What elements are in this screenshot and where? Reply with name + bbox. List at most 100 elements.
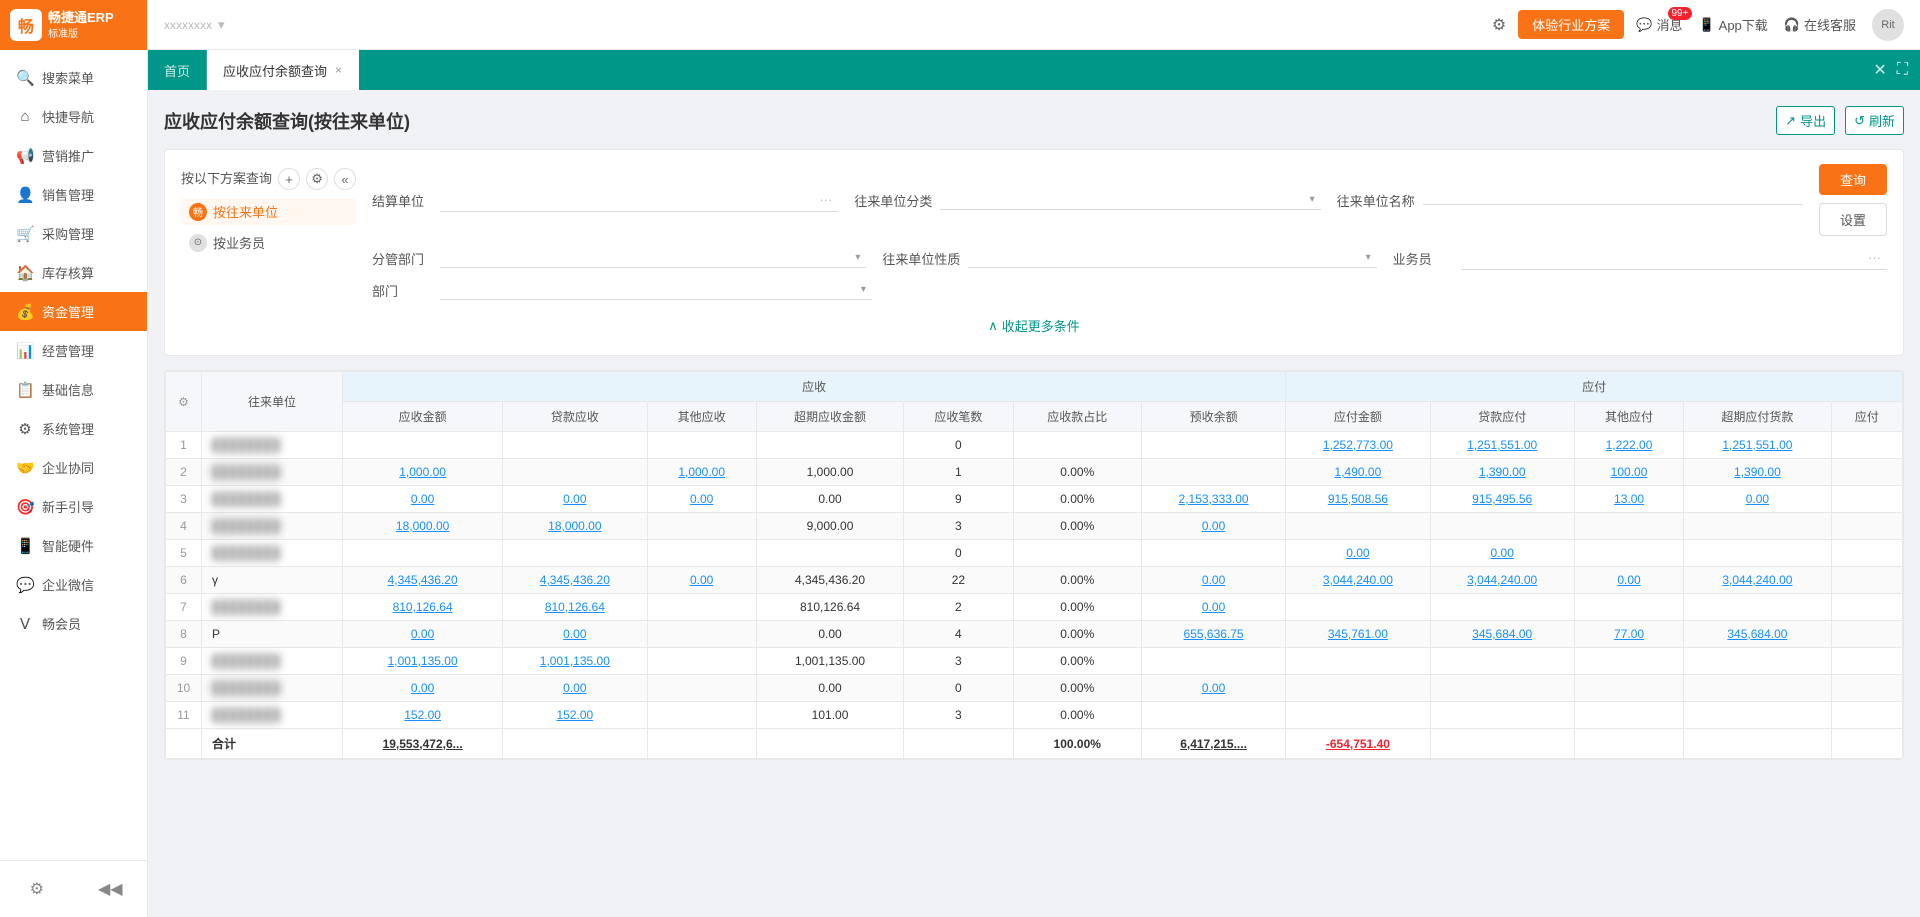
ap-loan[interactable]: 0.00 <box>1430 540 1574 567</box>
ar-amount[interactable]: 0.00 <box>343 621 503 648</box>
ar-prepay[interactable]: 0.00 <box>1141 594 1285 621</box>
settings-icon[interactable]: ⚙ <box>1492 15 1506 35</box>
ar-other[interactable]: 0.00 <box>647 486 756 513</box>
partner-name-input[interactable] <box>1423 196 1803 205</box>
sidebar-settings-btn[interactable]: ⚙ <box>0 871 74 907</box>
ar-loan[interactable]: 18,000.00 <box>503 513 647 540</box>
ap-amount[interactable]: 1,490.00 <box>1286 459 1430 486</box>
ap-overdue[interactable]: 1,251,551.00 <box>1684 432 1831 459</box>
message-button[interactable]: 💬 消息 99+ <box>1636 15 1682 34</box>
export-button[interactable]: ↗ 导出 <box>1776 106 1835 135</box>
sidebar-item-inventory[interactable]: 🏠 库存核算 <box>0 253 147 292</box>
sidebar-item-wechat[interactable]: 💬 企业微信 <box>0 565 147 604</box>
ar-loan[interactable]: 0.00 <box>503 486 647 513</box>
maximize-icon[interactable]: ⛶ <box>1897 61 1908 79</box>
query-button[interactable]: 查询 <box>1819 164 1887 195</box>
sidebar-item-hardware[interactable]: 📱 智能硬件 <box>0 526 147 565</box>
tab-home[interactable]: 首页 <box>148 50 207 90</box>
ar-amount[interactable]: 18,000.00 <box>343 513 503 540</box>
sidebar-item-finance[interactable]: 💰 资金管理 <box>0 292 147 331</box>
ap-overdue[interactable]: 3,044,240.00 <box>1684 567 1831 594</box>
ar-amount[interactable]: 4,345,436.20 <box>343 567 503 594</box>
ar-loan[interactable]: 0.00 <box>503 675 647 702</box>
promo-button[interactable]: 体验行业方案 <box>1518 10 1624 39</box>
ar-loan[interactable]: 0.00 <box>503 621 647 648</box>
ar-loan[interactable]: 1,001,135.00 <box>503 648 647 675</box>
unit-dept-input[interactable]: ▾ <box>440 280 872 300</box>
ap-loan[interactable]: 915,495.56 <box>1430 486 1574 513</box>
ap-loan[interactable]: 1,390.00 <box>1430 459 1574 486</box>
table-gear-btn[interactable]: ⚙ <box>176 395 191 409</box>
ap-amount[interactable]: 0.00 <box>1286 540 1430 567</box>
partner-nature-input[interactable]: ▾ <box>968 248 1376 268</box>
ap-overdue[interactable]: 0.00 <box>1684 486 1831 513</box>
sidebar-item-guide[interactable]: 🎯 新手引导 <box>0 487 147 526</box>
salesperson-input[interactable]: ··· <box>1461 246 1887 270</box>
ar-prepay[interactable]: 0.00 <box>1141 513 1285 540</box>
ap-amount[interactable]: 3,044,240.00 <box>1286 567 1430 594</box>
ar-loan[interactable]: 810,126.64 <box>503 594 647 621</box>
sidebar-collapse-btn[interactable]: ◀◀ <box>74 871 148 907</box>
filter-option-partner[interactable]: 畅 按往来单位 <box>181 198 356 225</box>
ar-amount[interactable]: 1,001,135.00 <box>343 648 503 675</box>
sidebar-item-system[interactable]: ⚙ 系统管理 <box>0 409 147 448</box>
ar-amount[interactable]: 0.00 <box>343 675 503 702</box>
ap-loan[interactable]: 3,044,240.00 <box>1430 567 1574 594</box>
sidebar-item-purchase[interactable]: 🛒 采购管理 <box>0 214 147 253</box>
service-button[interactable]: 🎧 在线客服 <box>1784 15 1856 34</box>
filter-field-partner-nature: 往来单位性质 ▾ <box>882 246 1376 270</box>
row-number: 7 <box>166 594 202 621</box>
ap-loan[interactable]: 345,684.00 <box>1430 621 1574 648</box>
sidebar-item-member[interactable]: Ⅴ 畅会员 <box>0 604 147 643</box>
set-button[interactable]: 设置 <box>1819 203 1887 236</box>
filter-collapse-scheme-btn[interactable]: « <box>334 168 356 190</box>
tab-ar-query[interactable]: 应收应付余额查询 × <box>207 50 359 90</box>
ar-amount[interactable]: 810,126.64 <box>343 594 503 621</box>
tab-close-icon[interactable]: × <box>335 63 342 77</box>
ar-other[interactable]: 1,000.00 <box>647 459 756 486</box>
footer-ar-other <box>647 729 756 759</box>
ap-loan[interactable]: 1,251,551.00 <box>1430 432 1574 459</box>
sidebar-item-marketing[interactable]: 📢 营销推广 <box>0 136 147 175</box>
ar-prepay[interactable]: 655,636.75 <box>1141 621 1285 648</box>
sidebar-item-sales[interactable]: 👤 销售管理 <box>0 175 147 214</box>
filter-collapse-btn[interactable]: ∧ 收起更多条件 <box>181 310 1887 341</box>
sidebar-item-collab[interactable]: 🤝 企业协同 <box>0 448 147 487</box>
ar-loan[interactable]: 4,345,436.20 <box>503 567 647 594</box>
sidebar-item-operation[interactable]: 📊 经营管理 <box>0 331 147 370</box>
dept-input[interactable]: ▾ <box>440 248 866 268</box>
ar-prepay[interactable]: 2,153,333.00 <box>1141 486 1285 513</box>
ap-other[interactable]: 0.00 <box>1574 567 1683 594</box>
filter-settings-btn[interactable]: ⚙ <box>306 168 328 190</box>
user-avatar[interactable]: Rit <box>1872 9 1904 41</box>
footer-ar-amount[interactable]: 19,553,472,6... <box>343 729 503 759</box>
ap-overdue[interactable]: 345,684.00 <box>1684 621 1831 648</box>
ar-other[interactable]: 0.00 <box>647 567 756 594</box>
settlement-unit-input[interactable]: ··· <box>440 188 838 212</box>
ap-loan <box>1430 648 1574 675</box>
ap-other[interactable]: 77.00 <box>1574 621 1683 648</box>
ar-prepay[interactable]: 0.00 <box>1141 567 1285 594</box>
ap-other[interactable]: 13.00 <box>1574 486 1683 513</box>
ap-other[interactable]: 1,222.00 <box>1574 432 1683 459</box>
ar-amount[interactable]: 152.00 <box>343 702 503 729</box>
footer-ar-prepay[interactable]: 6,417,215.... <box>1141 729 1285 759</box>
ar-amount[interactable]: 1,000.00 <box>343 459 503 486</box>
ap-other[interactable]: 100.00 <box>1574 459 1683 486</box>
ar-loan[interactable]: 152.00 <box>503 702 647 729</box>
ar-prepay[interactable]: 0.00 <box>1141 675 1285 702</box>
close-window-icon[interactable]: ✕ <box>1873 60 1886 80</box>
refresh-button[interactable]: ↺ 刷新 <box>1845 106 1904 135</box>
sidebar-item-search[interactable]: 🔍 搜索菜单 <box>0 58 147 97</box>
ar-amount[interactable]: 0.00 <box>343 486 503 513</box>
filter-option-salesperson[interactable]: ⊙ 按业务员 <box>181 229 356 256</box>
ap-amount[interactable]: 1,252,773.00 <box>1286 432 1430 459</box>
ap-amount[interactable]: 345,761.00 <box>1286 621 1430 648</box>
sidebar-item-quicknav[interactable]: ⌂ 快捷导航 <box>0 97 147 136</box>
app-download-button[interactable]: 📱 App下载 <box>1698 15 1767 34</box>
ap-overdue[interactable]: 1,390.00 <box>1684 459 1831 486</box>
filter-add-btn[interactable]: + <box>278 168 300 190</box>
partner-type-input[interactable]: ▾ <box>940 190 1320 210</box>
sidebar-item-basic[interactable]: 📋 基础信息 <box>0 370 147 409</box>
ap-amount[interactable]: 915,508.56 <box>1286 486 1430 513</box>
